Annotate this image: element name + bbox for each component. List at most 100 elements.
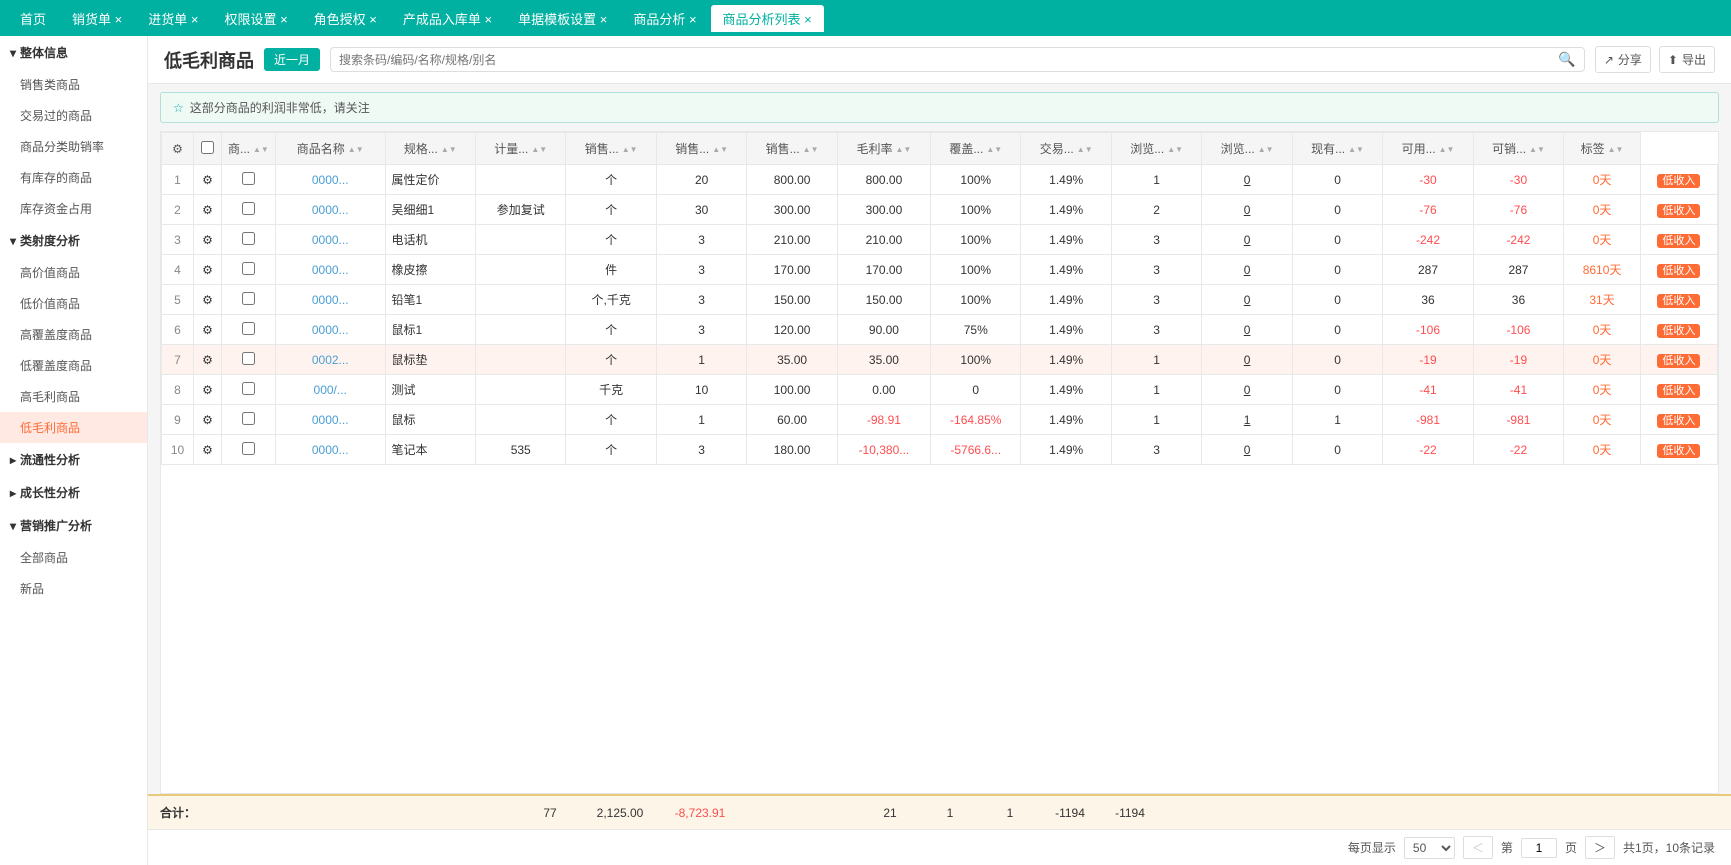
row-view1-7[interactable]: 0: [1202, 345, 1292, 375]
nav-home[interactable]: 首页: [8, 5, 58, 32]
sidebar-section-flow[interactable]: ▸ 流通性分析: [0, 443, 147, 476]
sidebar-item-high-margin[interactable]: 高毛利商品: [0, 381, 147, 412]
sidebar-item-low-coverage[interactable]: 低覆盖度商品: [0, 350, 147, 381]
row-view1-8[interactable]: 0: [1202, 375, 1292, 405]
col-view2[interactable]: 浏览...▲▼: [1202, 133, 1292, 165]
sidebar-section-marketing[interactable]: ▾ 营销推广分析: [0, 509, 147, 542]
row-checkbox-6[interactable]: [222, 315, 276, 345]
select-all-checkbox[interactable]: [201, 141, 214, 154]
nav-analysis[interactable]: 商品分析 ×: [621, 5, 708, 32]
row-view1-2[interactable]: 0: [1202, 195, 1292, 225]
row-checkbox-4[interactable]: [222, 255, 276, 285]
sidebar-item-low-value[interactable]: 低价值商品: [0, 288, 147, 319]
row-settings-5[interactable]: ⚙: [194, 285, 222, 315]
row-view1-4[interactable]: 0: [1202, 255, 1292, 285]
nav-analysis-list[interactable]: 商品分析列表 ×: [711, 5, 824, 32]
col-available[interactable]: 可用...▲▼: [1383, 133, 1473, 165]
sidebar-item-stocked-products[interactable]: 有库存的商品: [0, 162, 147, 193]
col-trade[interactable]: 交易...▲▼: [1021, 133, 1111, 165]
sidebar-section-analysis[interactable]: ▾ 类射度分析: [0, 224, 147, 257]
page-size-select[interactable]: 50 100 200: [1404, 837, 1455, 859]
col-margin[interactable]: 毛利率▲▼: [837, 133, 930, 165]
sidebar-item-traded-products[interactable]: 交易过的商品: [0, 100, 147, 131]
nav-products[interactable]: 产成品入库单 ×: [391, 5, 504, 32]
col-current[interactable]: 现有...▲▼: [1292, 133, 1382, 165]
row-view1-5[interactable]: 0: [1202, 285, 1292, 315]
row-select-5[interactable]: [242, 292, 255, 305]
row-select-1[interactable]: [242, 172, 255, 185]
row-settings-6[interactable]: ⚙: [194, 315, 222, 345]
page-number-input[interactable]: [1521, 838, 1557, 858]
col-unit[interactable]: 计量...▲▼: [476, 133, 566, 165]
row-checkbox-8[interactable]: [222, 375, 276, 405]
row-settings-1[interactable]: ⚙: [194, 165, 222, 195]
sidebar-section-overall[interactable]: ▾ 整体信息: [0, 36, 147, 69]
row-settings-10[interactable]: ⚙: [194, 435, 222, 465]
row-view1-10[interactable]: 0: [1202, 435, 1292, 465]
nav-purchase[interactable]: 进货单 ×: [136, 5, 210, 32]
row-view1-9[interactable]: 1: [1202, 405, 1292, 435]
row-select-8[interactable]: [242, 382, 255, 395]
row-checkbox-2[interactable]: [222, 195, 276, 225]
row-unit-8: 千克: [566, 375, 656, 405]
row-settings-9[interactable]: ⚙: [194, 405, 222, 435]
row-settings-2[interactable]: ⚙: [194, 195, 222, 225]
row-select-4[interactable]: [242, 262, 255, 275]
row-available-7: -19: [1473, 345, 1563, 375]
export-button[interactable]: ⬆ 导出: [1659, 46, 1715, 73]
share-button[interactable]: ↗ 分享: [1595, 46, 1651, 73]
col-view1[interactable]: 浏览...▲▼: [1111, 133, 1201, 165]
col-price[interactable]: 销售...▲▼: [656, 133, 746, 165]
row-checkbox-7[interactable]: [222, 345, 276, 375]
row-select-7[interactable]: [242, 352, 255, 365]
col-tag[interactable]: 标签▲▼: [1564, 133, 1641, 165]
search-icon[interactable]: 🔍: [1558, 51, 1575, 68]
row-select-9[interactable]: [242, 412, 255, 425]
col-settings[interactable]: ⚙: [162, 133, 194, 165]
row-view1-6[interactable]: 0: [1202, 315, 1292, 345]
row-select-2[interactable]: [242, 202, 255, 215]
data-table-container[interactable]: ⚙ 商...▲▼ 商品名称▲▼ 规格...▲▼ 计量...▲▼ 销售...▲▼ …: [160, 131, 1719, 794]
col-code[interactable]: 商...▲▼: [222, 133, 276, 165]
col-qty[interactable]: 销售...▲▼: [566, 133, 656, 165]
sidebar-item-new-products[interactable]: 新品: [0, 573, 147, 604]
sidebar-item-low-margin[interactable]: 低毛利商品: [0, 412, 147, 443]
sidebar-item-all-products[interactable]: 全部商品: [0, 542, 147, 573]
row-view1-1[interactable]: 0: [1202, 165, 1292, 195]
col-checkbox[interactable]: [194, 133, 222, 165]
col-name[interactable]: 商品名称▲▼: [275, 133, 385, 165]
sidebar-item-sales-products[interactable]: 销售类商品: [0, 69, 147, 100]
row-settings-4[interactable]: ⚙: [194, 255, 222, 285]
row-checkbox-3[interactable]: [222, 225, 276, 255]
sidebar-section-growth[interactable]: ▸ 成长性分析: [0, 476, 147, 509]
row-available-1: -30: [1473, 165, 1563, 195]
row-view1-3[interactable]: 0: [1202, 225, 1292, 255]
nav-template[interactable]: 单据模板设置 ×: [506, 5, 619, 32]
sidebar-item-high-coverage[interactable]: 高覆盖度商品: [0, 319, 147, 350]
prev-page-button[interactable]: ＜: [1463, 836, 1493, 859]
row-checkbox-9[interactable]: [222, 405, 276, 435]
col-amount[interactable]: 销售...▲▼: [747, 133, 837, 165]
sidebar-item-high-value[interactable]: 高价值商品: [0, 257, 147, 288]
row-checkbox-1[interactable]: [222, 165, 276, 195]
time-filter-button[interactable]: 近一月: [264, 48, 320, 71]
sidebar-item-inventory-capital[interactable]: 库存资金占用: [0, 193, 147, 224]
row-settings-3[interactable]: ⚙: [194, 225, 222, 255]
row-settings-8[interactable]: ⚙: [194, 375, 222, 405]
nav-permissions[interactable]: 权限设置 ×: [212, 5, 299, 32]
row-select-3[interactable]: [242, 232, 255, 245]
next-page-button[interactable]: ＞: [1585, 836, 1615, 859]
col-sellable[interactable]: 可销...▲▼: [1473, 133, 1563, 165]
sidebar-item-category-rate[interactable]: 商品分类助销率: [0, 131, 147, 162]
col-spec[interactable]: 规格...▲▼: [385, 133, 475, 165]
row-checkbox-5[interactable]: [222, 285, 276, 315]
col-coverage[interactable]: 覆盖...▲▼: [931, 133, 1021, 165]
row-settings-7[interactable]: ⚙: [194, 345, 222, 375]
nav-roles[interactable]: 角色授权 ×: [302, 5, 389, 32]
table-row: 2 ⚙ 0000... 吴细细1 参加复试 个 30 300.00 300.00…: [162, 195, 1718, 225]
nav-sales[interactable]: 销货单 ×: [60, 5, 134, 32]
row-select-6[interactable]: [242, 322, 255, 335]
row-checkbox-10[interactable]: [222, 435, 276, 465]
search-input[interactable]: [339, 53, 1558, 67]
row-select-10[interactable]: [242, 442, 255, 455]
